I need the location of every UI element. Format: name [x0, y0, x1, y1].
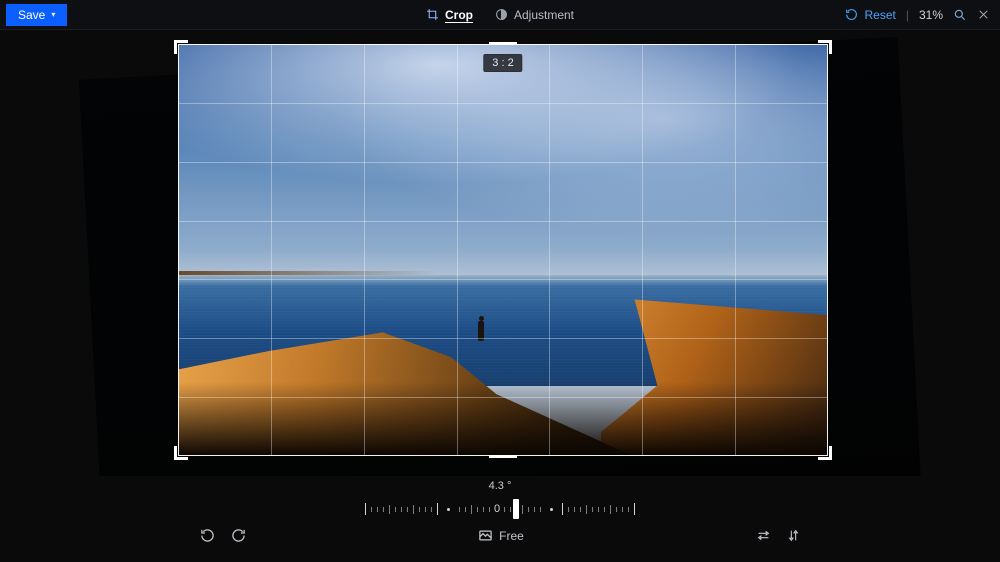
crop-tool-row: Free: [160, 526, 840, 545]
person-silhouette: [477, 316, 485, 344]
flip-horizontal-button[interactable]: [756, 529, 771, 542]
reset-label: Reset: [864, 8, 895, 22]
tab-crop[interactable]: Crop: [424, 4, 475, 26]
top-right-controls: Reset | 31%: [845, 8, 1000, 22]
ruler-ticks-left: [365, 503, 490, 515]
ruler-zero-label: 0: [494, 503, 500, 515]
crop-region[interactable]: 3 : 2: [178, 44, 828, 456]
tab-crop-label: Crop: [445, 8, 473, 22]
crop-icon: [426, 8, 439, 21]
tab-adjustment-label: Adjustment: [514, 8, 574, 22]
aspect-ratio-button[interactable]: Free: [478, 528, 524, 543]
rotation-angle-label: 4.3 °: [489, 480, 512, 492]
reset-icon: [845, 8, 858, 21]
reset-button[interactable]: Reset: [845, 8, 895, 22]
zoom-level: 31%: [919, 8, 943, 22]
ruler-ticks-right: [504, 503, 635, 515]
crop-handle-top-right[interactable]: [818, 40, 832, 54]
rotation-ruler[interactable]: 0: [335, 500, 665, 518]
editor-canvas: 3 : 2: [0, 30, 1000, 476]
bottom-controls: 4.3 ° 0: [0, 476, 1000, 562]
aspect-mode-label: Free: [499, 529, 524, 543]
tab-adjustment[interactable]: Adjustment: [493, 4, 576, 26]
photo-preview: [178, 44, 828, 456]
adjustment-icon: [495, 8, 508, 21]
top-toolbar: Save ▾ Crop Adjustment Res: [0, 0, 1000, 30]
crop-handle-top-left[interactable]: [174, 40, 188, 54]
aspect-ratio-value: 3 : 2: [492, 57, 513, 69]
crop-handle-bottom[interactable]: [489, 455, 517, 458]
mode-tabs: Crop Adjustment: [424, 0, 576, 29]
rotate-cw-button[interactable]: [231, 528, 246, 543]
zoom-icon[interactable]: [953, 8, 967, 22]
save-label: Save: [18, 8, 45, 22]
save-button[interactable]: Save ▾: [6, 4, 67, 26]
aspect-ratio-badge[interactable]: 3 : 2: [483, 54, 522, 72]
chevron-down-icon: ▾: [51, 10, 55, 19]
crop-handle-bottom-right[interactable]: [818, 446, 832, 460]
close-button[interactable]: [977, 8, 990, 21]
rotate-ccw-button[interactable]: [200, 528, 215, 543]
crop-handle-bottom-left[interactable]: [174, 446, 188, 460]
rotation-handle[interactable]: [513, 499, 519, 519]
flip-vertical-button[interactable]: [787, 528, 800, 543]
separator: |: [906, 8, 909, 22]
crop-handle-top[interactable]: [489, 42, 517, 45]
